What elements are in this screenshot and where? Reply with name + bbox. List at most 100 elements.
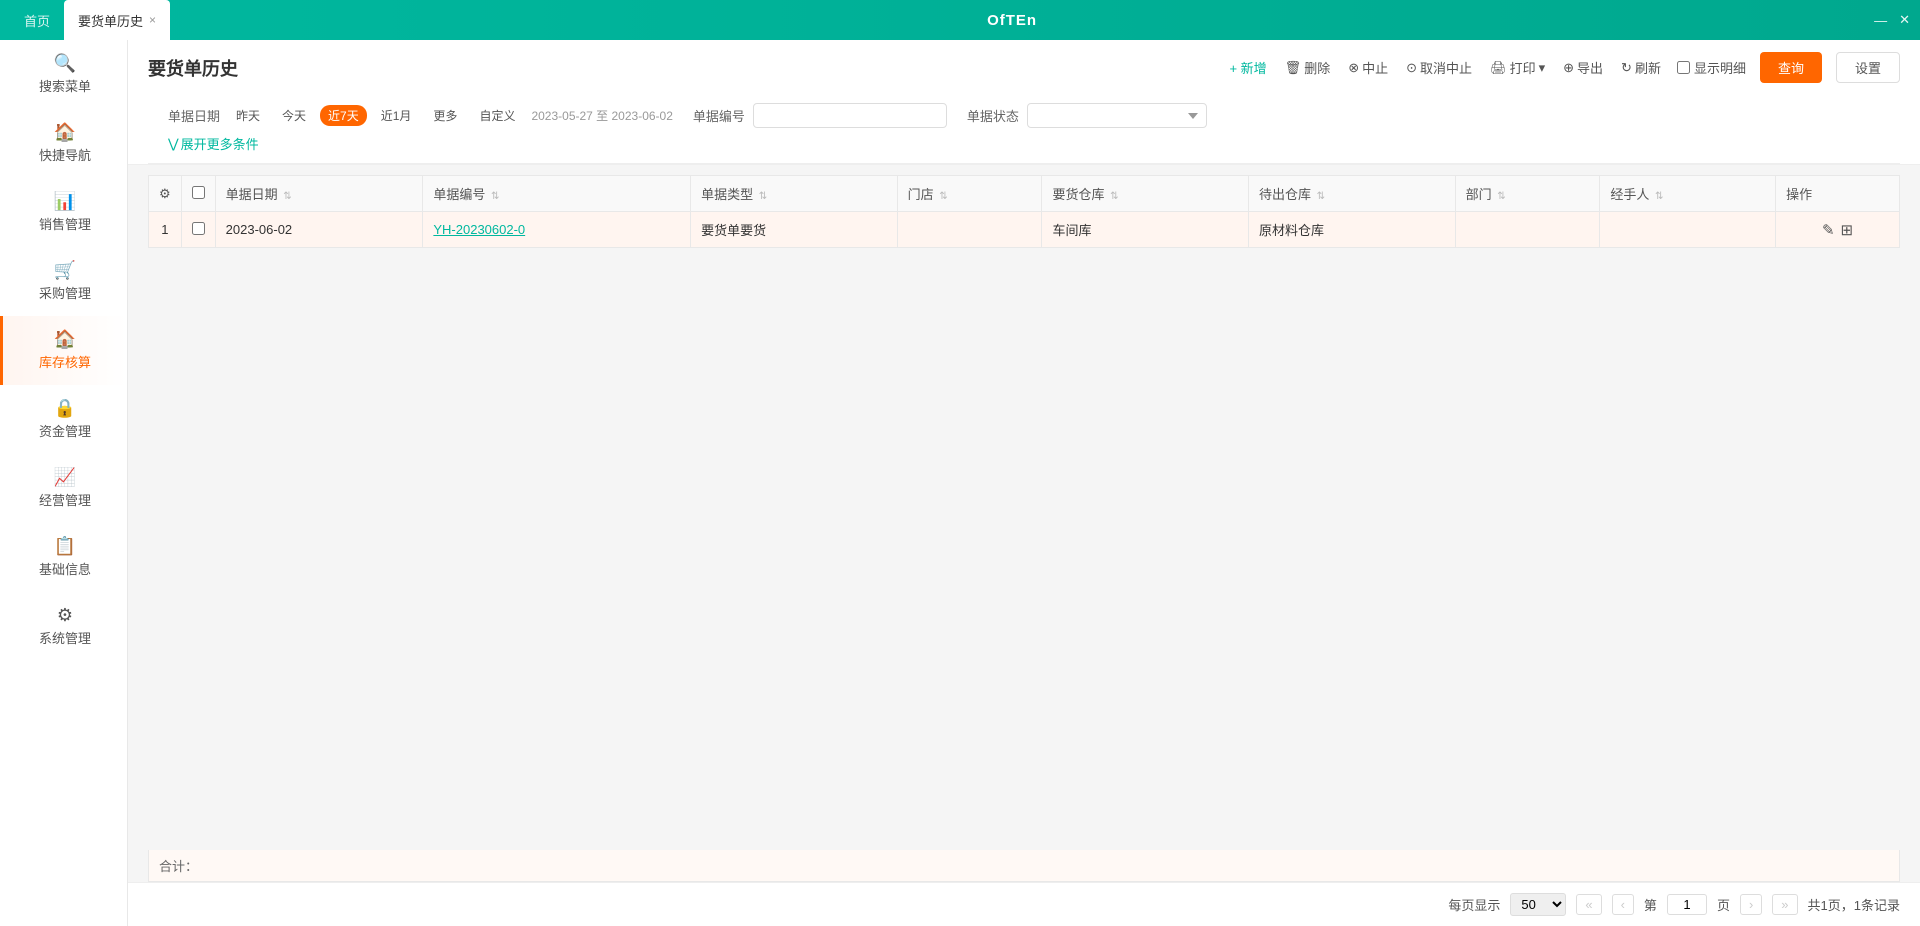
first-page-button[interactable]: « bbox=[1576, 894, 1601, 915]
sidebar-item-purchase[interactable]: 🛒 采购管理 bbox=[0, 247, 127, 316]
print-button[interactable]: 🖨 打印 ▾ bbox=[1488, 54, 1547, 81]
quick-nav-icon: 🏠 bbox=[54, 123, 76, 141]
table-header: ⚙ 单据日期 ⇅ 单据编号 ⇅ 单据类型 ⇅ bbox=[149, 176, 1900, 212]
pending-warehouse-column-header[interactable]: 待出仓库 ⇅ bbox=[1249, 176, 1456, 212]
page-title-row: 要货单历史 + 新增 🗑 删除 ⊗ 中止 ⊙ 取消中止 bbox=[148, 52, 1900, 83]
copy-icon[interactable]: ⊞ bbox=[1841, 221, 1854, 239]
edit-icon[interactable]: ✎ bbox=[1822, 221, 1835, 239]
doc-type-sort-icon: ⇅ bbox=[759, 191, 767, 202]
per-page-label: 每页显示 bbox=[1448, 895, 1500, 914]
handler-column-header[interactable]: 经手人 ⇅ bbox=[1600, 176, 1776, 212]
page-title: 要货单历史 bbox=[148, 55, 238, 81]
date-range-display: 2023-05-27 至 2023-06-02 bbox=[531, 107, 672, 124]
store-column-header[interactable]: 门店 ⇅ bbox=[897, 176, 1042, 212]
doc-date-sort-icon: ⇅ bbox=[283, 191, 291, 202]
sidebar-item-sales[interactable]: 📊 销售管理 bbox=[0, 178, 127, 247]
sidebar-item-operations-label: 经营管理 bbox=[39, 490, 91, 509]
row-handler bbox=[1600, 212, 1776, 248]
select-all-checkbox[interactable] bbox=[192, 186, 205, 199]
sidebar-item-quick-nav[interactable]: 🏠 快捷导航 bbox=[0, 109, 127, 178]
doc-type-column-header[interactable]: 单据类型 ⇅ bbox=[691, 176, 898, 212]
top-bar: 首页 要货单历史 × OfTEn — ✕ bbox=[0, 0, 1920, 40]
doc-no-sort-icon: ⇅ bbox=[491, 191, 499, 202]
minimize-icon[interactable]: — bbox=[1874, 13, 1887, 28]
display-detail-toggle[interactable]: 显示明细 bbox=[1677, 58, 1746, 77]
sidebar-item-search-menu[interactable]: 🔍 搜索菜单 bbox=[0, 40, 127, 109]
table-area: ⚙ 单据日期 ⇅ 单据编号 ⇅ 单据类型 ⇅ bbox=[128, 165, 1920, 850]
settings-column-header[interactable]: ⚙ bbox=[149, 176, 182, 212]
doc-no-input[interactable] bbox=[753, 103, 947, 128]
pending-warehouse-sort-icon: ⇅ bbox=[1317, 191, 1325, 202]
query-button[interactable]: 查询 bbox=[1760, 52, 1822, 83]
row-action-cell: ✎ ⊞ bbox=[1776, 212, 1900, 248]
sidebar-item-inventory[interactable]: 🏠 库存核算 bbox=[0, 316, 127, 385]
stop-button[interactable]: ⊗ 中止 bbox=[1346, 54, 1390, 81]
date-tab-custom[interactable]: 自定义 bbox=[471, 105, 523, 126]
req-warehouse-column-header[interactable]: 要货仓库 ⇅ bbox=[1042, 176, 1249, 212]
action-column-header: 操作 bbox=[1776, 176, 1900, 212]
tab-close-icon[interactable]: × bbox=[149, 13, 156, 27]
sidebar-item-system[interactable]: ⚙ 系统管理 bbox=[0, 592, 127, 661]
jump-prefix: 第 bbox=[1644, 895, 1657, 914]
expand-arrow-icon: ⋁ bbox=[168, 136, 179, 152]
expand-more-btn[interactable]: ⋁ 展开更多条件 bbox=[168, 134, 1880, 153]
display-detail-checkbox[interactable] bbox=[1677, 61, 1690, 74]
refresh-button[interactable]: ↻ 刷新 bbox=[1619, 54, 1663, 81]
date-tab-1month[interactable]: 近1月 bbox=[373, 105, 420, 126]
cancel-stop-label: 取消中止 bbox=[1420, 58, 1472, 77]
row-store bbox=[897, 212, 1042, 248]
total-records-label: 共1页，1条记录 bbox=[1808, 895, 1900, 914]
department-column-header[interactable]: 部门 ⇅ bbox=[1455, 176, 1600, 212]
prev-page-button[interactable]: ‹ bbox=[1612, 894, 1634, 915]
sidebar-item-basic[interactable]: 📋 基础信息 bbox=[0, 523, 127, 592]
sidebar-item-purchase-label: 采购管理 bbox=[39, 283, 91, 302]
per-page-select[interactable]: 20 50 100 bbox=[1510, 893, 1566, 916]
pagination-bar: 每页显示 20 50 100 « ‹ 第 1 页 › » 共1页，1条记录 bbox=[128, 882, 1920, 926]
last-page-button[interactable]: » bbox=[1772, 894, 1797, 915]
finance-icon: 🔒 bbox=[54, 399, 76, 417]
delete-label: 删除 bbox=[1304, 58, 1330, 77]
date-tab-7days[interactable]: 近7天 bbox=[320, 105, 367, 126]
export-button[interactable]: ⊕ 导出 bbox=[1561, 54, 1605, 81]
row-number: 1 bbox=[149, 212, 182, 248]
row-req-warehouse: 车间库 bbox=[1042, 212, 1249, 248]
table-footer-summary: 合计： bbox=[148, 850, 1900, 882]
sidebar-item-search-menu-label: 搜索菜单 bbox=[39, 76, 91, 95]
doc-no-filter-group: 单据编号 bbox=[693, 103, 947, 128]
tab-home-label: 首页 bbox=[24, 11, 50, 30]
doc-no-column-header[interactable]: 单据编号 ⇅ bbox=[423, 176, 691, 212]
doc-no-link[interactable]: YH-20230602-0 bbox=[433, 222, 525, 237]
tab-home[interactable]: 首页 bbox=[10, 0, 64, 40]
export-icon: ⊕ bbox=[1563, 60, 1574, 76]
date-tab-today[interactable]: 今天 bbox=[274, 105, 314, 126]
sidebar-item-finance[interactable]: 🔒 资金管理 bbox=[0, 385, 127, 454]
delete-icon: 🗑 bbox=[1285, 60, 1302, 76]
current-page-input[interactable]: 1 bbox=[1667, 894, 1707, 915]
search-menu-icon: 🔍 bbox=[54, 54, 76, 72]
date-tab-yesterday[interactable]: 昨天 bbox=[228, 105, 268, 126]
sidebar-item-finance-label: 资金管理 bbox=[39, 421, 91, 440]
display-detail-label: 显示明细 bbox=[1694, 58, 1746, 77]
row-doc-no[interactable]: YH-20230602-0 bbox=[423, 212, 691, 248]
sidebar-item-operations[interactable]: 📈 经营管理 bbox=[0, 454, 127, 523]
department-sort-icon: ⇅ bbox=[1497, 191, 1505, 202]
close-icon[interactable]: ✕ bbox=[1899, 12, 1910, 28]
refresh-icon: ↻ bbox=[1621, 60, 1632, 76]
new-button[interactable]: + 新增 bbox=[1227, 54, 1268, 81]
export-label: 导出 bbox=[1577, 58, 1603, 77]
row-doc-type: 要货单要货 bbox=[691, 212, 898, 248]
checkbox-column-header bbox=[181, 176, 215, 212]
brand-name: OfTEn bbox=[987, 12, 1037, 29]
settings-button[interactable]: 设置 bbox=[1836, 52, 1900, 83]
doc-date-column-header[interactable]: 单据日期 ⇅ bbox=[215, 176, 423, 212]
date-tab-more[interactable]: 更多 bbox=[425, 105, 465, 126]
cancel-stop-button[interactable]: ⊙ 取消中止 bbox=[1404, 54, 1474, 81]
sidebar-item-basic-label: 基础信息 bbox=[39, 559, 91, 578]
next-page-button[interactable]: › bbox=[1740, 894, 1762, 915]
action-icons: ✎ ⊞ bbox=[1786, 221, 1889, 239]
tab-requisition-history[interactable]: 要货单历史 × bbox=[64, 0, 170, 40]
status-select[interactable] bbox=[1027, 103, 1207, 128]
filter-row: 单据日期 昨天 今天 近7天 近1月 更多 自定义 2023-05-27 至 2… bbox=[168, 103, 1880, 128]
row-checkbox[interactable] bbox=[192, 222, 205, 235]
delete-button[interactable]: 🗑 删除 bbox=[1283, 54, 1333, 81]
